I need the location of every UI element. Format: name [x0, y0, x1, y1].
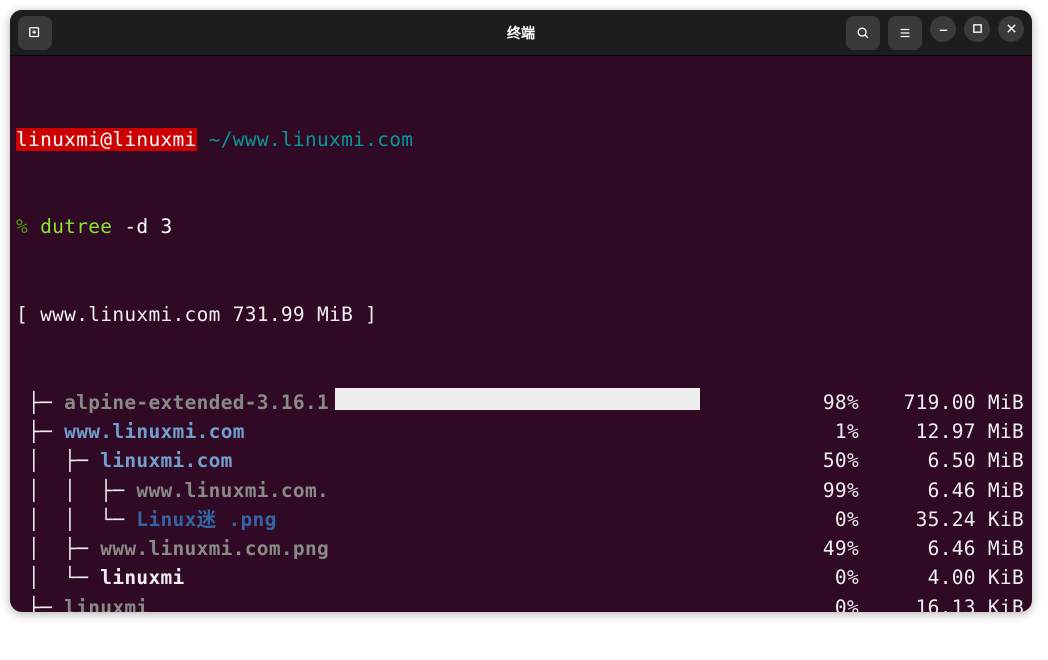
tree-size: 719.00 MiB	[859, 388, 1024, 417]
tree-item-name: alpine-extended-3.16.1	[64, 388, 329, 417]
tree-size: 6.50 MiB	[859, 446, 1024, 475]
terminal-window: 终端 linuxmi@linuxmi ~/www.linuxmi.com % d…	[10, 10, 1032, 612]
usage-bar	[335, 388, 700, 410]
command: dutree	[40, 215, 112, 238]
tree-branch: │ └─	[16, 563, 100, 592]
tree-size: 6.46 MiB	[859, 476, 1024, 505]
prompt-line: linuxmi@linuxmi ~/www.linuxmi.com	[16, 125, 1024, 154]
command-line: % dutree -d 3	[16, 212, 1024, 241]
search-button[interactable]	[846, 16, 880, 50]
tree-percent: 98%	[789, 388, 859, 417]
tree-size: 4.00 KiB	[859, 563, 1024, 592]
tree-row: │ └─ linuxmi 0%4.00 KiB	[16, 563, 1024, 592]
user-host: linuxmi@linuxmi	[16, 128, 197, 151]
terminal-output[interactable]: linuxmi@linuxmi ~/www.linuxmi.com % dutr…	[10, 56, 1032, 612]
new-tab-button[interactable]	[18, 16, 52, 50]
tree-output: ├─ alpine-extended-3.16.1 98%719.00 MiB ├…	[16, 388, 1024, 612]
summary-line: [ www.linuxmi.com 731.99 MiB ]	[16, 300, 1024, 329]
tree-size: 35.24 KiB	[859, 505, 1024, 534]
tree-item-name: linuxmi.com	[100, 446, 232, 475]
tree-row: ├─ www.linuxmi.com 1%12.97 MiB	[16, 417, 1024, 446]
tree-percent: 0%	[789, 593, 859, 613]
close-button[interactable]	[998, 16, 1024, 42]
tree-item-name: linuxmi	[100, 563, 184, 592]
tree-branch: │ │ ├─	[16, 476, 136, 505]
tree-row: ├─ linuxmi 0%16.13 KiB	[16, 593, 1024, 613]
tree-branch: │ ├─	[16, 534, 100, 563]
tree-percent: 0%	[789, 505, 859, 534]
tree-percent: 0%	[789, 563, 859, 592]
minimize-button[interactable]	[930, 16, 956, 42]
tree-branch: │ ├─	[16, 446, 100, 475]
command-args: -d 3	[124, 215, 172, 238]
tree-percent: 1%	[789, 417, 859, 446]
tree-branch: ├─	[16, 388, 64, 417]
tree-item-name: linuxmi	[64, 593, 148, 613]
tree-branch: │ │ └─	[16, 505, 136, 534]
tree-item-name: www.linuxmi.com.png	[100, 534, 329, 563]
prompt-char: %	[16, 215, 28, 238]
tree-size: 16.13 KiB	[859, 593, 1024, 613]
tree-size: 6.46 MiB	[859, 534, 1024, 563]
tree-item-name: www.linuxmi.com.	[136, 476, 329, 505]
tree-percent: 49%	[789, 534, 859, 563]
tree-branch: ├─	[16, 593, 64, 613]
tree-size: 12.97 MiB	[859, 417, 1024, 446]
tree-row: │ │ └─ Linux迷 .png 0%35.24 KiB	[16, 505, 1024, 534]
menu-button[interactable]	[888, 16, 922, 50]
maximize-button[interactable]	[964, 16, 990, 42]
tree-item-name: Linux迷 .png	[136, 505, 276, 534]
tree-row: │ ├─ linuxmi.com 50%6.50 MiB	[16, 446, 1024, 475]
tree-percent: 99%	[789, 476, 859, 505]
tree-item-name: www.linuxmi.com	[64, 417, 245, 446]
tree-percent: 50%	[789, 446, 859, 475]
titlebar: 终端	[10, 10, 1032, 56]
tree-row: ├─ alpine-extended-3.16.1 98%719.00 MiB	[16, 388, 1024, 417]
tree-branch: ├─	[16, 417, 64, 446]
tree-row: │ │ ├─ www.linuxmi.com. 99%6.46 MiB	[16, 476, 1024, 505]
tree-row: │ ├─ www.linuxmi.com.png 49%6.46 MiB	[16, 534, 1024, 563]
path: ~/www.linuxmi.com	[209, 128, 414, 151]
